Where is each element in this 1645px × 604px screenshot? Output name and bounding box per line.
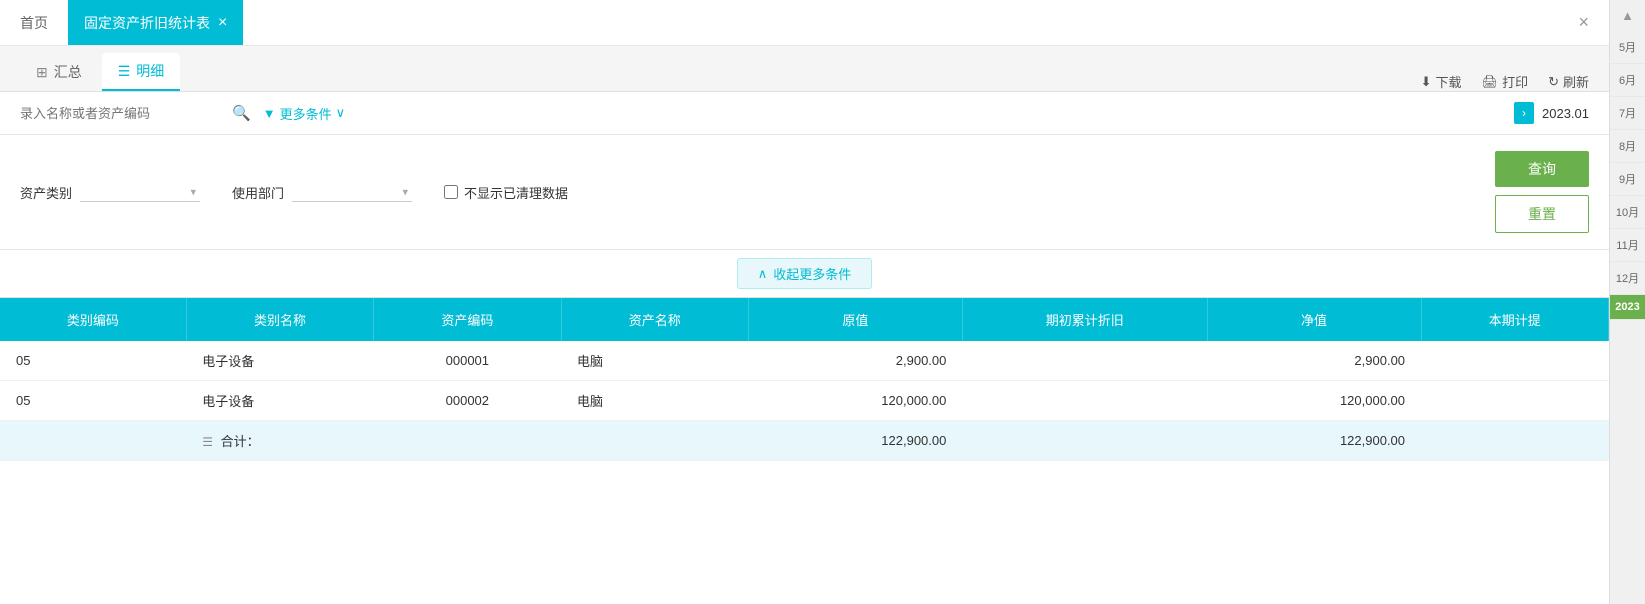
list-icon: ☰ [118, 63, 131, 80]
row2-asset-code: 000002 [374, 381, 561, 421]
search-bar-right: › 2023.01 [1514, 102, 1589, 124]
right-sidebar: ▲ 5月 6月 7月 8月 9月 10月 11月 12月 2023 [1609, 0, 1645, 604]
month-8[interactable]: 8月 [1610, 130, 1645, 163]
col-asset-code: 资产编码 [374, 298, 561, 341]
tab-summary-label: 汇总 [54, 62, 82, 82]
row2-category-code: 05 [0, 381, 186, 421]
download-button[interactable]: ⬇ 下载 [1421, 72, 1462, 91]
search-bar: 🔍 ▼ 更多条件 ∨ › 2023.01 [0, 92, 1609, 135]
department-filter: 使用部门 [232, 182, 412, 202]
toolbar-right: ⬇ 下载 🖨 打印 ↻ 刷新 [1421, 72, 1589, 91]
query-button[interactable]: 查询 [1495, 151, 1589, 187]
tab-close-button[interactable]: × [218, 14, 227, 32]
tab-detail-label: 明细 [136, 61, 164, 81]
collapse-bar: ∧ 收起更多条件 [0, 250, 1609, 298]
nav-home[interactable]: 首页 [0, 0, 68, 45]
department-label: 使用部门 [232, 183, 284, 202]
table-row: 05 电子设备 000001 电脑 2,900.00 2,900.00 [0, 341, 1609, 381]
tab-summary[interactable]: ⊞ 汇总 [20, 53, 98, 91]
row1-asset-name: 电脑 [561, 341, 748, 381]
col-category-name: 类别名称 [186, 298, 373, 341]
month-6[interactable]: 6月 [1610, 64, 1645, 97]
sidebar-up-arrow[interactable]: ▲ [1610, 0, 1645, 31]
layers-icon: ⊞ [36, 64, 48, 81]
filter-icon: ▼ [263, 106, 276, 121]
col-accumulated-depreciation: 期初累计折旧 [962, 298, 1207, 341]
table-header: 类别编码 类别名称 资产编码 资产名称 原值 期初累计折旧 净值 本期计提 [0, 298, 1609, 341]
row1-category-name: 电子设备 [186, 341, 373, 381]
download-icon: ⬇ [1421, 74, 1432, 90]
asset-category-select-wrap [80, 182, 200, 202]
date-nav-arrow[interactable]: › [1514, 102, 1534, 124]
more-conditions-toggle[interactable]: ▼ 更多条件 ∨ [263, 104, 345, 123]
subtotal-empty2 [561, 421, 748, 461]
sub-tabs-bar: ⊞ 汇总 ☰ 明细 ⬇ 下载 🖨 打印 ↻ 刷新 [0, 46, 1609, 92]
row2-category-name: 电子设备 [186, 381, 373, 421]
row2-original-value: 120,000.00 [748, 381, 962, 421]
asset-category-label: 资产类别 [20, 183, 72, 202]
row1-original-value: 2,900.00 [748, 341, 962, 381]
refresh-icon: ↻ [1548, 74, 1559, 90]
refresh-button[interactable]: ↻ 刷新 [1548, 72, 1589, 91]
row2-accumulated-depreciation [962, 381, 1207, 421]
department-select[interactable] [292, 182, 412, 202]
active-tab[interactable]: 固定资产折旧统计表 × [68, 0, 243, 45]
hide-cleared-filter: 不显示已清理数据 [444, 183, 568, 202]
subtotal-current-period [1421, 421, 1608, 461]
month-12[interactable]: 12月 [1610, 262, 1645, 295]
tab-label: 固定资产折旧统计表 [84, 13, 210, 33]
filter-area: 资产类别 使用部门 不显示已清理数据 [0, 135, 1609, 250]
month-11[interactable]: 11月 [1610, 229, 1645, 262]
date-display: 2023.01 [1542, 106, 1589, 121]
table-body: 05 电子设备 000001 电脑 2,900.00 2,900.00 05 电… [0, 341, 1609, 461]
reset-button[interactable]: 重置 [1495, 195, 1589, 233]
chevron-down-icon: ∨ [336, 105, 346, 121]
col-category-code: 类别编码 [0, 298, 186, 341]
subtotal-icon: ☰ [202, 435, 213, 449]
search-icon[interactable]: 🔍 [232, 104, 251, 122]
subtotal-accumulated-depreciation [962, 421, 1207, 461]
month-7[interactable]: 7月 [1610, 97, 1645, 130]
year-badge: 2023 [1610, 295, 1645, 320]
data-table: 类别编码 类别名称 资产编码 资产名称 原值 期初累计折旧 净值 本期计提 05… [0, 298, 1609, 461]
print-button[interactable]: 🖨 打印 [1482, 72, 1529, 91]
filter-buttons: 查询 重置 [1495, 151, 1589, 233]
table-container: 类别编码 类别名称 资产编码 资产名称 原值 期初累计折旧 净值 本期计提 05… [0, 298, 1609, 604]
row1-current-period [1421, 341, 1608, 381]
tab-detail[interactable]: ☰ 明细 [102, 53, 181, 91]
month-9[interactable]: 9月 [1610, 163, 1645, 196]
col-current-period: 本期计提 [1421, 298, 1608, 341]
row1-category-code: 05 [0, 341, 186, 381]
subtotal-label: ☰ 合计： [186, 421, 561, 461]
chevron-up-icon: ∧ [758, 266, 768, 282]
asset-category-select[interactable] [80, 182, 200, 202]
window-close-button[interactable]: × [1558, 12, 1609, 33]
filter-row: 资产类别 使用部门 不显示已清理数据 [20, 151, 1589, 233]
hide-cleared-checkbox[interactable] [444, 185, 458, 199]
row1-net-value: 2,900.00 [1207, 341, 1421, 381]
col-asset-name: 资产名称 [561, 298, 748, 341]
row2-net-value: 120,000.00 [1207, 381, 1421, 421]
asset-category-filter: 资产类别 [20, 182, 200, 202]
top-nav: 首页 固定资产折旧统计表 × × [0, 0, 1609, 46]
department-select-wrap [292, 182, 412, 202]
subtotal-row: ☰ 合计： 122,900.00 122,900.00 [0, 421, 1609, 461]
month-5[interactable]: 5月 [1610, 31, 1645, 64]
col-original-value: 原值 [748, 298, 962, 341]
subtotal-net-value: 122,900.00 [1207, 421, 1421, 461]
month-10[interactable]: 10月 [1610, 196, 1645, 229]
row2-current-period [1421, 381, 1608, 421]
collapse-button[interactable]: ∧ 收起更多条件 [737, 258, 873, 289]
row2-asset-name: 电脑 [561, 381, 748, 421]
table-row: 05 电子设备 000002 电脑 120,000.00 120,000.00 [0, 381, 1609, 421]
hide-cleared-label: 不显示已清理数据 [464, 183, 568, 202]
print-icon: 🖨 [1482, 74, 1499, 90]
row1-asset-code: 000001 [374, 341, 561, 381]
col-net-value: 净值 [1207, 298, 1421, 341]
row1-accumulated-depreciation [962, 341, 1207, 381]
search-input[interactable] [20, 106, 220, 121]
subtotal-original-value: 122,900.00 [748, 421, 962, 461]
subtotal-empty1 [0, 421, 186, 461]
